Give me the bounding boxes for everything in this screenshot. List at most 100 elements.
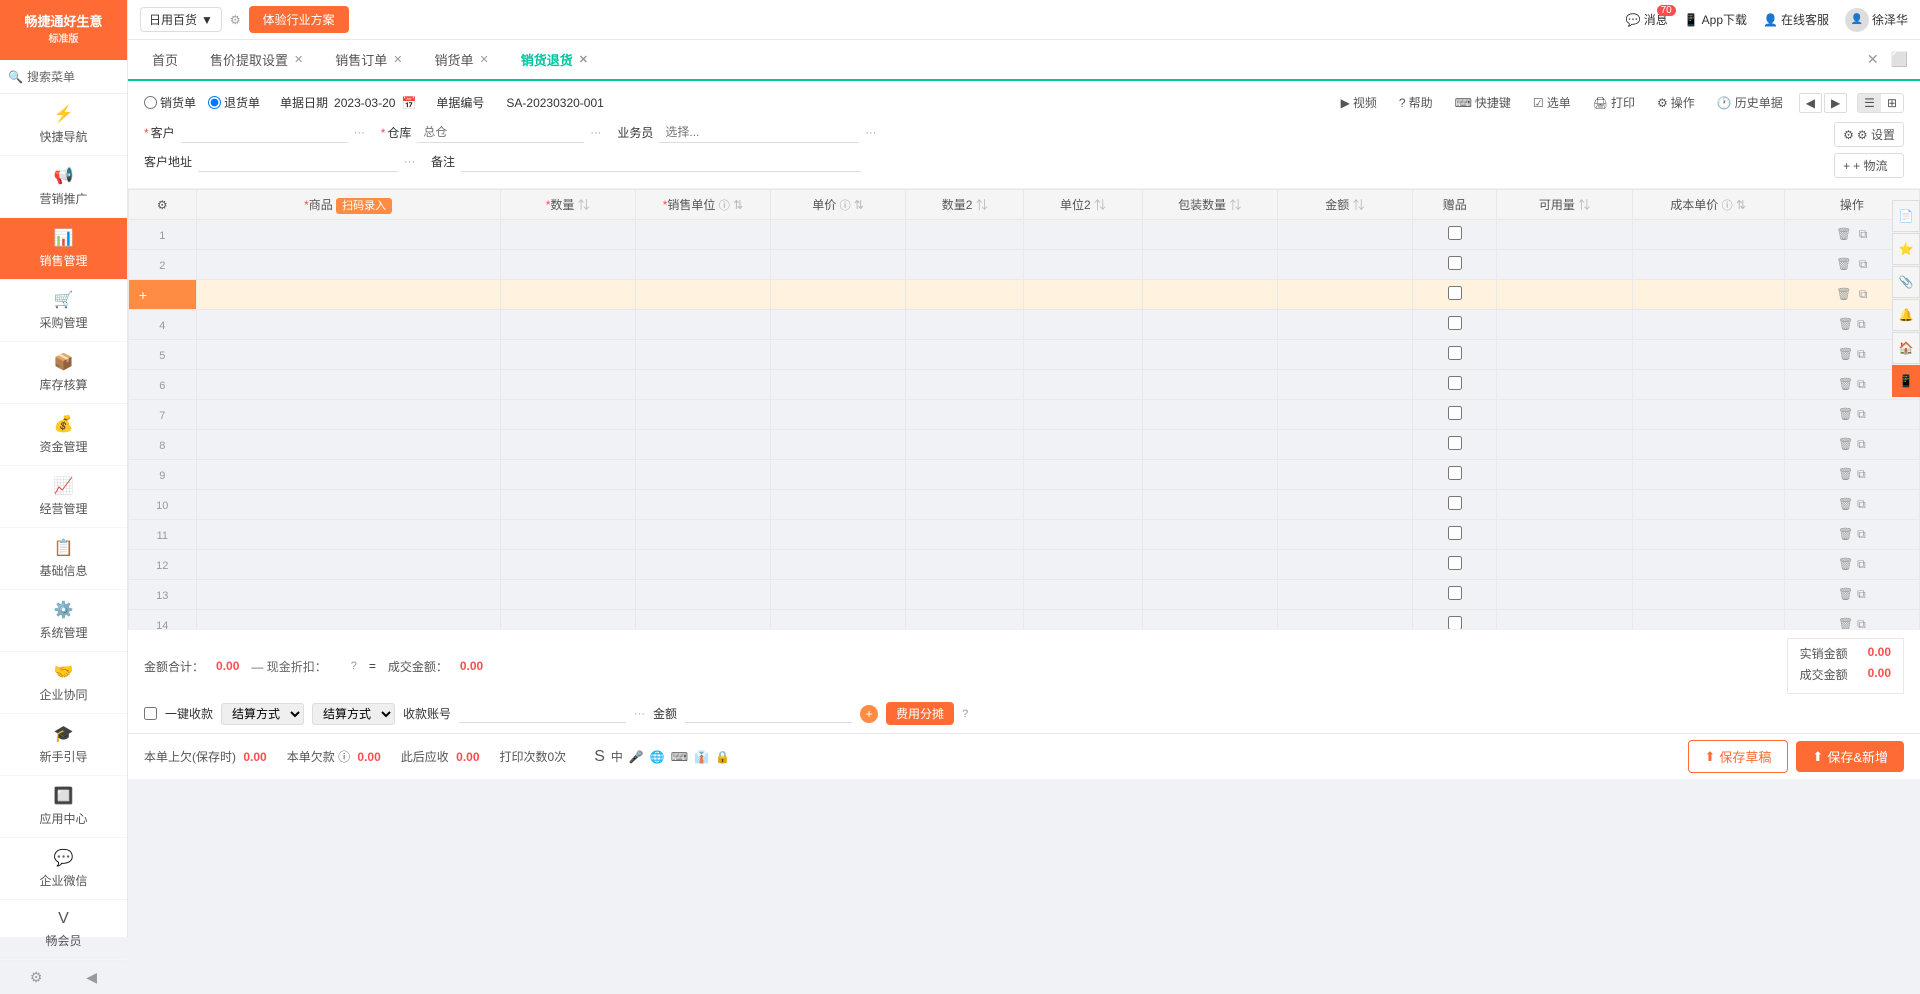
avail-cell[interactable] bbox=[1497, 280, 1632, 310]
unit-cell[interactable] bbox=[635, 220, 770, 250]
qty2-cell[interactable] bbox=[906, 220, 1024, 250]
sidebar-item-finance[interactable]: 💰 资金管理 bbox=[0, 404, 127, 466]
sort-qty-icon[interactable]: ⇅ bbox=[578, 198, 590, 212]
amount-cell[interactable] bbox=[1277, 250, 1412, 280]
amount-cell[interactable] bbox=[1277, 220, 1412, 250]
tab-sales-return[interactable]: 销货退货 ✕ bbox=[505, 40, 604, 81]
quick-btn-clip[interactable]: 📎 bbox=[1892, 266, 1920, 298]
toolbar-history[interactable]: 🕐 历史单据 bbox=[1711, 91, 1789, 114]
add-payment-btn[interactable]: + bbox=[860, 705, 878, 723]
tab-sales-order[interactable]: 销售订单 ✕ bbox=[319, 40, 418, 81]
radio-delivery-input[interactable] bbox=[144, 96, 157, 109]
company-select[interactable]: 日用百货 ▼ bbox=[140, 7, 222, 32]
sort-unit2-icon[interactable]: ⇅ bbox=[1094, 198, 1106, 212]
cost-cell[interactable] bbox=[1632, 220, 1784, 250]
view-list-btn[interactable]: ☰ bbox=[1858, 94, 1881, 112]
unit2-cell[interactable] bbox=[1024, 250, 1142, 280]
radio-return-input[interactable] bbox=[208, 96, 221, 109]
quick-btn-home[interactable]: 🏠 bbox=[1892, 332, 1920, 364]
sidebar-item-app-center[interactable]: 🔲 应用中心 bbox=[0, 776, 127, 838]
qty-cell[interactable] bbox=[500, 250, 635, 280]
copy-icon[interactable]: ⧉ bbox=[1859, 257, 1868, 271]
sidebar-search[interactable]: 🔍 搜索菜单 bbox=[0, 60, 127, 94]
product-input-active[interactable] bbox=[201, 288, 496, 302]
toolbar-print[interactable]: 🖨 打印 bbox=[1587, 91, 1641, 114]
delete-icon[interactable]: 🗑 bbox=[1838, 377, 1853, 391]
sidebar-item-system[interactable]: ⚙️ 系统管理 bbox=[0, 590, 127, 652]
expense-split-btn[interactable]: 费用分摊 bbox=[886, 702, 954, 725]
gift-checkbox[interactable] bbox=[1448, 496, 1462, 510]
price-cell[interactable] bbox=[771, 280, 906, 310]
close-tab-btn[interactable]: ✕ bbox=[1863, 47, 1883, 72]
sort-avail-icon[interactable]: ⇅ bbox=[1578, 198, 1590, 212]
form-logistics-btn[interactable]: + + 物流 bbox=[1834, 153, 1904, 178]
taskbar-icon-1[interactable]: S bbox=[594, 748, 605, 766]
unit-cell[interactable] bbox=[635, 280, 770, 310]
radio-delivery[interactable]: 销货单 bbox=[144, 94, 196, 111]
delete-icon[interactable]: 🗑 bbox=[1838, 347, 1853, 361]
salesperson-more-icon[interactable]: ··· bbox=[865, 127, 876, 139]
experience-btn[interactable]: 体验行业方案 bbox=[249, 6, 349, 33]
sort-unit-icon[interactable]: ⇅ bbox=[733, 198, 743, 212]
cost-cell[interactable] bbox=[1632, 250, 1784, 280]
tab-close-delivery[interactable]: ✕ bbox=[480, 53, 489, 66]
copy-icon[interactable]: ⧉ bbox=[1857, 407, 1866, 421]
sort-pack-icon[interactable]: ⇅ bbox=[1229, 198, 1241, 212]
remark-input[interactable] bbox=[461, 151, 861, 172]
sidebar-item-enterprise[interactable]: 🤝 企业协同 bbox=[0, 652, 127, 714]
account-more-icon[interactable]: ··· bbox=[634, 708, 645, 720]
save-draft-button[interactable]: ⬆ 保存草稿 bbox=[1688, 740, 1789, 773]
sidebar-item-vip[interactable]: V 畅会员 bbox=[0, 900, 127, 960]
qty2-cell[interactable] bbox=[906, 250, 1024, 280]
taskbar-icon-3[interactable]: 🎤 bbox=[629, 750, 644, 764]
warehouse-more-icon[interactable]: ··· bbox=[590, 127, 601, 139]
address-input[interactable] bbox=[198, 151, 398, 172]
gift-checkbox[interactable] bbox=[1448, 466, 1462, 480]
amount-cell[interactable] bbox=[1277, 280, 1412, 310]
delete-icon[interactable]: 🗑 bbox=[1838, 317, 1853, 331]
add-row-button[interactable]: + bbox=[133, 285, 153, 305]
tab-price-settings[interactable]: 售价提取设置 ✕ bbox=[194, 40, 319, 81]
unit2-cell[interactable] bbox=[1024, 220, 1142, 250]
nav-prev-btn[interactable]: ◀ bbox=[1799, 93, 1822, 113]
delete-icon[interactable]: 🗑 bbox=[1838, 587, 1853, 601]
qty-cell[interactable] bbox=[500, 220, 635, 250]
scan-button[interactable]: 扫码录入 bbox=[336, 198, 392, 214]
expense-help-icon[interactable]: ? bbox=[962, 708, 968, 720]
tab-sales-delivery[interactable]: 销货单 ✕ bbox=[418, 40, 504, 81]
sort-cost-icon[interactable]: ⇅ bbox=[1736, 198, 1746, 212]
pack-cell[interactable] bbox=[1142, 280, 1277, 310]
quick-btn-doc[interactable]: 📄 bbox=[1892, 200, 1920, 232]
gift-checkbox[interactable] bbox=[1448, 436, 1462, 450]
gift-checkbox[interactable] bbox=[1448, 286, 1462, 300]
delete-icon[interactable]: 🗑 bbox=[1838, 497, 1853, 511]
delete-icon[interactable]: 🗑 bbox=[1838, 527, 1853, 541]
sidebar-item-enterprise-wechat[interactable]: 💬 企业微信 bbox=[0, 838, 127, 900]
copy-icon[interactable]: ⧉ bbox=[1857, 617, 1866, 629]
copy-icon[interactable]: ⧉ bbox=[1857, 467, 1866, 481]
delete-icon[interactable]: 🗑 bbox=[1836, 257, 1851, 271]
sort-amount-icon[interactable]: ⇅ bbox=[1353, 198, 1365, 212]
discount-info-icon[interactable]: ? bbox=[351, 660, 357, 672]
qty-cell[interactable] bbox=[500, 280, 635, 310]
gift-checkbox[interactable] bbox=[1448, 526, 1462, 540]
taskbar-icon-6[interactable]: 👔 bbox=[694, 750, 709, 764]
sidebar-collapse-btn[interactable]: ◀ bbox=[86, 969, 97, 986]
one-key-payment-checkbox[interactable] bbox=[144, 707, 157, 720]
copy-icon[interactable]: ⧉ bbox=[1859, 287, 1868, 301]
tab-close-price[interactable]: ✕ bbox=[294, 53, 303, 66]
delete-icon[interactable]: 🗑 bbox=[1836, 227, 1851, 241]
qty2-cell[interactable] bbox=[906, 280, 1024, 310]
tab-home[interactable]: 首页 bbox=[136, 40, 194, 81]
delete-icon[interactable]: 🗑 bbox=[1838, 617, 1853, 629]
copy-icon[interactable]: ⧉ bbox=[1857, 527, 1866, 541]
sidebar-item-operations[interactable]: 📈 经营管理 bbox=[0, 466, 127, 528]
toolbar-select[interactable]: ☑ 选单 bbox=[1527, 91, 1577, 114]
nav-next-btn[interactable]: ▶ bbox=[1824, 93, 1847, 113]
product-cell[interactable] bbox=[196, 250, 500, 280]
settlement-method-select[interactable]: 结算方式 bbox=[221, 703, 304, 725]
delete-icon[interactable]: 🗑 bbox=[1836, 287, 1851, 301]
copy-icon[interactable]: ⧉ bbox=[1857, 557, 1866, 571]
pack-cell[interactable] bbox=[1142, 220, 1277, 250]
view-grid-btn[interactable]: ⊞ bbox=[1881, 94, 1903, 112]
